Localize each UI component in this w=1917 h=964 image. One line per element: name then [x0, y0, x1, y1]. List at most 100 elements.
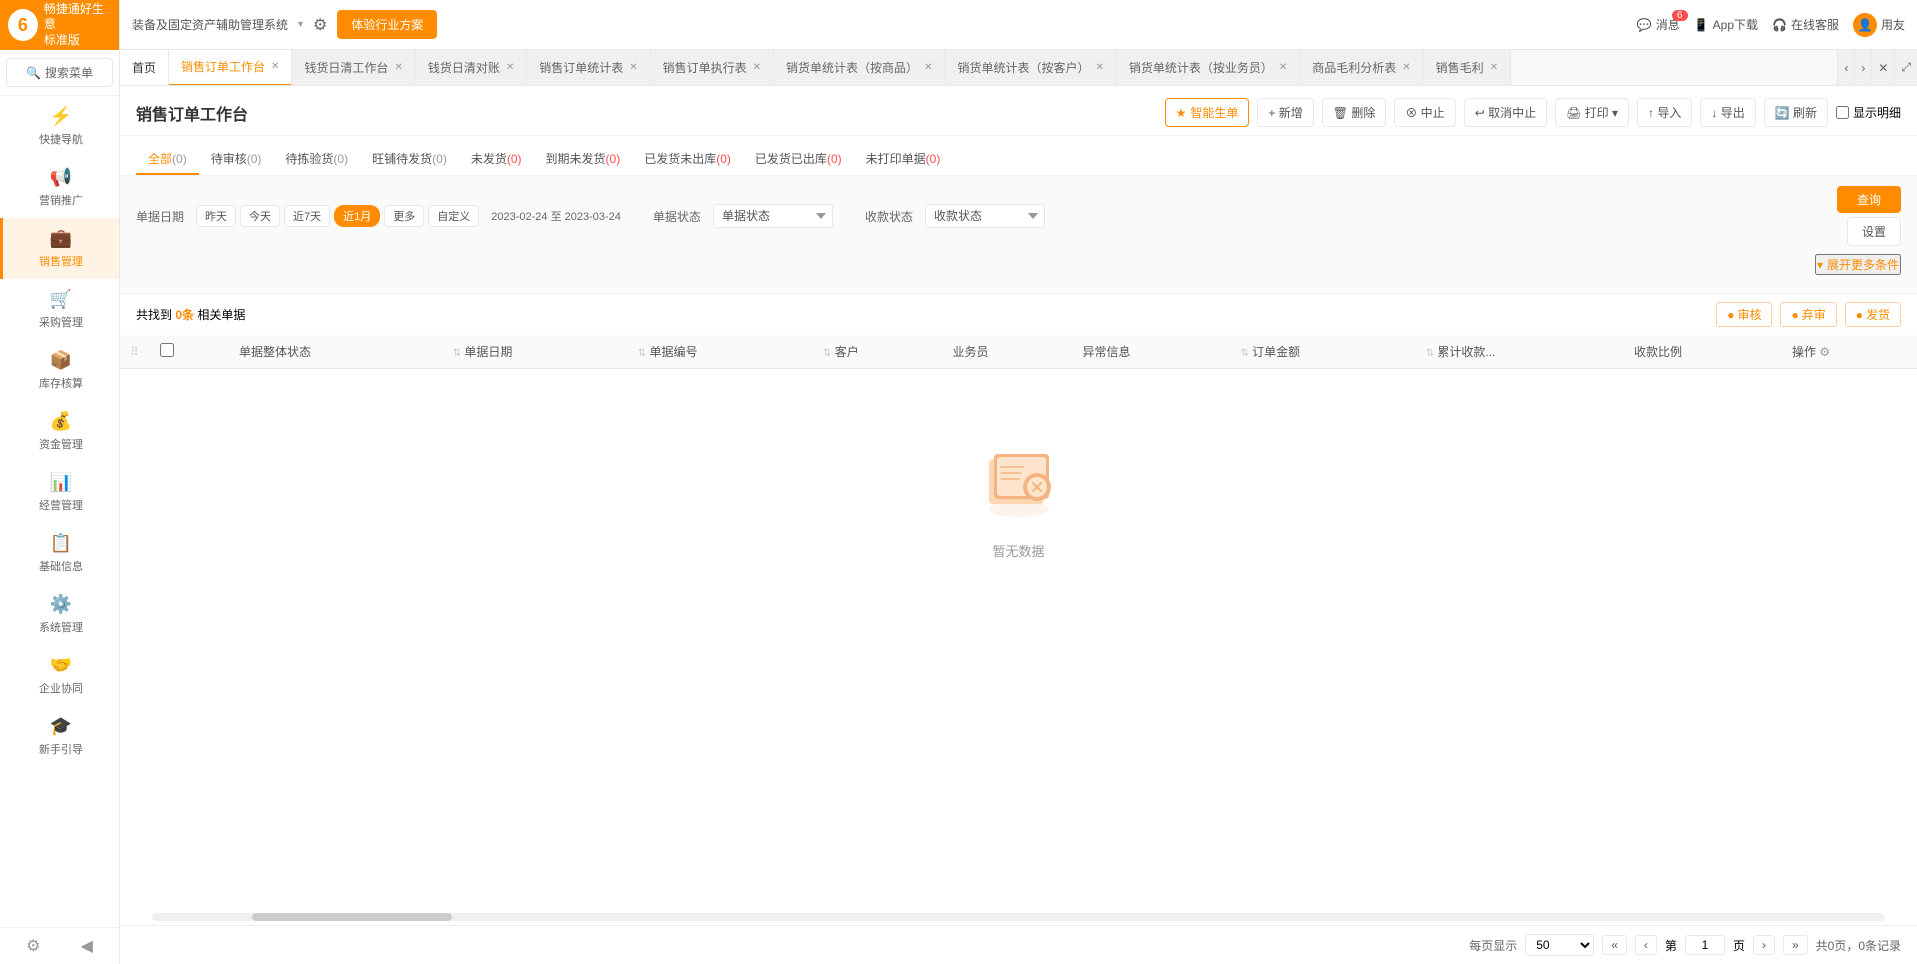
- tab-sales-summary-customer-close[interactable]: ✕: [1095, 62, 1103, 73]
- tab-sales-stats-close[interactable]: ✕: [629, 62, 637, 73]
- sidebar-nav-inventory[interactable]: 📦 库存核算: [0, 340, 119, 401]
- tab-cash-reconcile[interactable]: 钱货日清对账 ✕: [416, 50, 527, 86]
- page-size-select[interactable]: 50 10 20 100: [1525, 934, 1594, 956]
- smart-create-button[interactable]: ★ 智能生单: [1165, 98, 1250, 127]
- sidebar-nav-purchase[interactable]: 🛒 采购管理: [0, 279, 119, 340]
- tab-sales-summary-staff[interactable]: 销货单统计表（按业务员） ✕: [1117, 50, 1300, 86]
- sidebar-nav-guide[interactable]: 🎓 新手引导: [0, 706, 119, 767]
- import-button[interactable]: ↑ 导入: [1637, 98, 1692, 127]
- empty-text: 暂无数据: [992, 541, 1044, 560]
- filter-tab-pending-review[interactable]: 待审核(0): [199, 144, 274, 175]
- tab-sales-profit[interactable]: 销售毛利 ✕: [1424, 50, 1511, 86]
- date-btn-more[interactable]: 更多: [384, 205, 424, 227]
- select-all-checkbox[interactable]: [160, 343, 174, 357]
- tab-sales-summary-customer[interactable]: 销货单统计表（按客户） ✕: [945, 50, 1116, 86]
- tab-sales-summary-product-close[interactable]: ✕: [924, 62, 932, 73]
- col-settings-icon[interactable]: ⚙: [1819, 345, 1830, 359]
- export-button[interactable]: ↓ 导出: [1700, 98, 1755, 127]
- filter-tab-overdue[interactable]: 到期未发货(0): [534, 144, 633, 175]
- expand-filters-button[interactable]: ▾ 展开更多条件: [1815, 254, 1901, 275]
- sidebar-nav-operations[interactable]: 📊 经营管理: [0, 462, 119, 523]
- tab-home[interactable]: 首页: [120, 50, 169, 86]
- cancel-stop-button[interactable]: ↩ 取消中止: [1464, 98, 1547, 127]
- date-btn-custom[interactable]: 自定义: [428, 205, 479, 227]
- filter-tab-not-printed[interactable]: 未打印单据(0): [854, 144, 953, 175]
- date-btn-today[interactable]: 今天: [240, 205, 280, 227]
- next-page-button[interactable]: ›: [1753, 935, 1775, 955]
- tab-sales-profit-close[interactable]: ✕: [1490, 62, 1498, 73]
- show-detail-label[interactable]: 显示明细: [1836, 104, 1901, 121]
- date-btn-1month[interactable]: 近1月: [334, 205, 380, 227]
- status-select[interactable]: 单据状态: [713, 204, 833, 228]
- add-button[interactable]: + + 新增新增: [1257, 98, 1313, 127]
- tab-sales-stats[interactable]: 销售订单统计表 ✕: [527, 50, 650, 86]
- print-button[interactable]: 🖨 打印 ▾: [1555, 98, 1629, 127]
- anti-review-batch-button[interactable]: ● 弃审: [1780, 302, 1836, 327]
- filter-tab-shipped-not-warehoused[interactable]: 已发货未出库(0): [632, 144, 743, 175]
- first-page-button[interactable]: «: [1602, 935, 1627, 955]
- data-table: ⠿ 单据整体状态 ⇅ 单据日期 ⇅ 单据编号: [120, 335, 1917, 369]
- stop-button[interactable]: ⊗ 中止: [1394, 98, 1455, 127]
- filter-tab-not-shipped[interactable]: 未发货(0): [459, 144, 534, 175]
- settings-bottom-icon[interactable]: ⚙: [26, 936, 40, 956]
- search-icon: 🔍: [26, 66, 41, 80]
- tab-cash-reconcile-close[interactable]: ✕: [506, 62, 514, 73]
- tab-gross-margin[interactable]: 商品毛利分析表 ✕: [1300, 50, 1423, 86]
- tab-close-all-button[interactable]: ✕: [1871, 50, 1894, 86]
- collapse-icon[interactable]: ◀: [81, 936, 93, 956]
- sort-customer-icon[interactable]: ⇅: [823, 348, 831, 359]
- header-settings-icon[interactable]: ⚙: [313, 15, 327, 35]
- system-chevron-icon[interactable]: ▾: [298, 19, 303, 30]
- filter-tab-all[interactable]: 全部(0): [136, 144, 199, 175]
- tab-sales-exec[interactable]: 销售订单执行表 ✕: [651, 50, 774, 86]
- sidebar-nav-sales[interactable]: 💼 销售管理: [0, 218, 119, 279]
- sort-collected-icon[interactable]: ⇅: [1426, 348, 1434, 359]
- sidebar-nav-quick[interactable]: ⚡ 快捷导航: [0, 96, 119, 157]
- review-batch-button[interactable]: ● 审核: [1716, 302, 1772, 327]
- tab-cash-daily[interactable]: 钱货日清工作台 ✕: [292, 50, 415, 86]
- sidebar-nav-finance[interactable]: 💰 资金管理: [0, 401, 119, 462]
- sidebar-nav-basic[interactable]: 📋 基础信息: [0, 523, 119, 584]
- tab-next-button[interactable]: ›: [1854, 50, 1871, 86]
- search-menu-button[interactable]: 🔍 搜索菜单: [6, 58, 113, 87]
- tab-cash-daily-close[interactable]: ✕: [394, 62, 402, 73]
- show-detail-checkbox[interactable]: [1836, 106, 1849, 119]
- message-action[interactable]: 💬 消息 6: [1637, 16, 1680, 33]
- prev-page-button[interactable]: ‹: [1635, 935, 1657, 955]
- filter-tab-wangpu[interactable]: 旺铺待发货(0): [360, 144, 459, 175]
- ship-batch-button[interactable]: ● 发货: [1845, 302, 1901, 327]
- scrollbar-thumb[interactable]: [252, 913, 452, 921]
- tab-prev-button[interactable]: ‹: [1837, 50, 1854, 86]
- tab-sales-workbench-close[interactable]: ✕: [271, 61, 279, 72]
- sort-number-icon[interactable]: ⇅: [638, 348, 646, 359]
- sort-date-icon[interactable]: ⇅: [453, 348, 461, 359]
- workspace-actions: ★ 智能生单 + + 新增新增 🗑 删除 ⊗ 中止 ↩ 取消中止 🖨 打印 ▾ …: [1165, 98, 1901, 127]
- delete-button[interactable]: 🗑 删除: [1322, 98, 1387, 127]
- tab-nav-controls: ‹ › ✕ ⤢: [1837, 50, 1917, 86]
- experience-button[interactable]: 体验行业方案: [337, 10, 437, 39]
- tab-sales-summary-product[interactable]: 销货单统计表（按商品） ✕: [774, 50, 945, 86]
- sidebar-nav-system[interactable]: ⚙️ 系统管理: [0, 584, 119, 645]
- online-service-action[interactable]: 🎧 在线客服: [1772, 16, 1839, 33]
- date-btn-7days[interactable]: 近7天: [284, 205, 330, 227]
- settings-button[interactable]: 设置: [1847, 217, 1901, 246]
- sidebar-nav-marketing[interactable]: 📢 营销推广: [0, 157, 119, 218]
- user-action[interactable]: 👤 用友: [1853, 13, 1905, 37]
- page-number-input[interactable]: [1685, 935, 1725, 955]
- tab-sales-summary-staff-close[interactable]: ✕: [1279, 62, 1287, 73]
- refresh-button[interactable]: 🔄 刷新: [1764, 98, 1828, 127]
- payment-select[interactable]: 收款状态: [925, 204, 1045, 228]
- sort-amount-icon[interactable]: ⇅: [1240, 348, 1248, 359]
- tab-maximize-button[interactable]: ⤢: [1894, 50, 1917, 86]
- last-page-button[interactable]: »: [1783, 935, 1808, 955]
- horizontal-scrollbar[interactable]: [152, 913, 1885, 921]
- filter-tab-shipped-warehoused[interactable]: 已发货已出库(0): [743, 144, 854, 175]
- tab-sales-workbench[interactable]: 销售订单工作台 ✕: [169, 50, 292, 86]
- filter-tab-pending-inspect[interactable]: 待拣验货(0): [273, 144, 360, 175]
- sidebar-nav-enterprise[interactable]: 🤝 企业协同: [0, 645, 119, 706]
- query-button[interactable]: 查询: [1837, 186, 1901, 213]
- date-btn-yesterday[interactable]: 昨天: [196, 205, 236, 227]
- tab-sales-exec-close[interactable]: ✕: [753, 62, 761, 73]
- tab-gross-margin-close[interactable]: ✕: [1402, 62, 1410, 73]
- app-download-action[interactable]: 📱 App下载: [1694, 16, 1758, 33]
